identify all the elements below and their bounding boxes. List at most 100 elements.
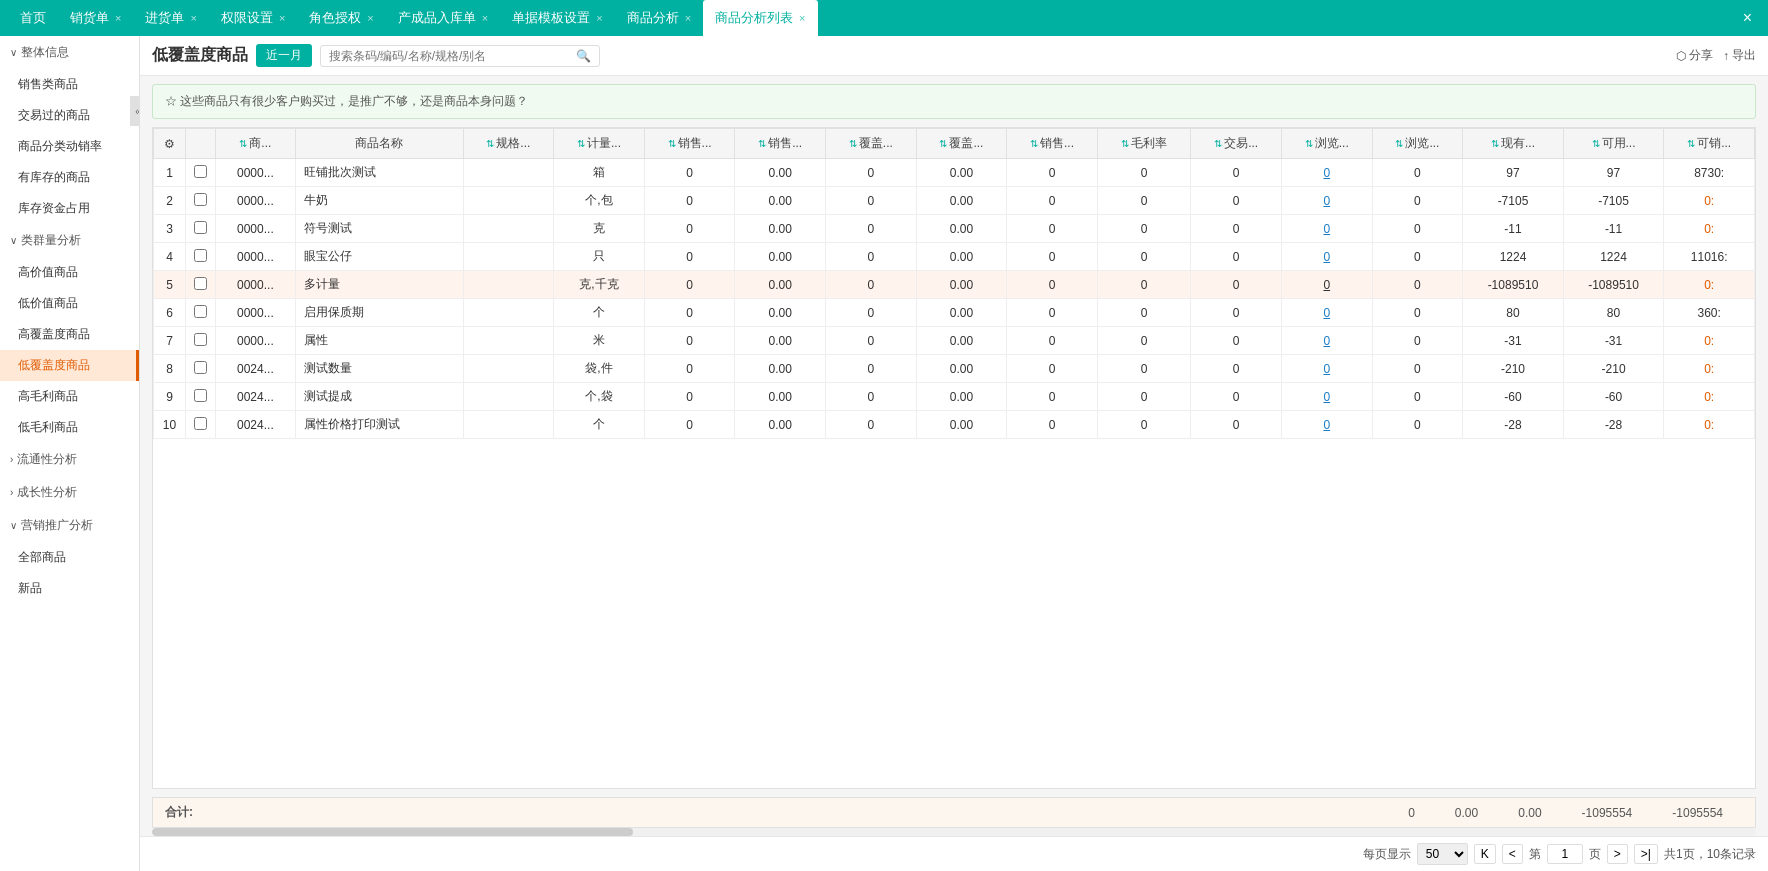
sidebar-item-sales-products[interactable]: 销售类商品 bbox=[0, 69, 139, 100]
cell-browse1[interactable]: 0 bbox=[1281, 355, 1372, 383]
cell-browse1[interactable]: 0 bbox=[1281, 159, 1372, 187]
main-layout: « ∨ 整体信息 销售类商品 交易过的商品 商品分类动销率 有库存的商品 库存资… bbox=[0, 36, 1768, 871]
export-button[interactable]: ↑ 导出 bbox=[1723, 47, 1756, 64]
share-icon: ⬡ bbox=[1676, 49, 1686, 63]
cell-checkbox[interactable] bbox=[186, 159, 216, 187]
column-sales-amount[interactable]: ⇅销售... bbox=[735, 129, 826, 159]
column-profit-rate[interactable]: ⇅毛利率 bbox=[1097, 129, 1191, 159]
column-unit[interactable]: ⇅计量... bbox=[554, 129, 645, 159]
share-button[interactable]: ⬡ 分享 bbox=[1676, 47, 1713, 64]
column-browse1[interactable]: ⇅浏览... bbox=[1281, 129, 1372, 159]
cell-sales-count: 0 bbox=[644, 383, 735, 411]
cell-checkbox[interactable] bbox=[186, 215, 216, 243]
close-icon[interactable]: × bbox=[685, 12, 691, 24]
page-number-input[interactable] bbox=[1547, 844, 1583, 864]
column-name[interactable]: 商品名称 bbox=[295, 129, 463, 159]
column-code[interactable]: ⇅商... bbox=[216, 129, 296, 159]
cell-spec bbox=[463, 271, 554, 299]
cell-browse1[interactable]: 0 bbox=[1281, 187, 1372, 215]
column-trade[interactable]: ⇅交易... bbox=[1191, 129, 1282, 159]
cell-sales-count: 0 bbox=[644, 187, 735, 215]
cell-checkbox[interactable] bbox=[186, 271, 216, 299]
sidebar-item-traded-products[interactable]: 交易过的商品 bbox=[0, 100, 139, 131]
cell-browse1[interactable]: 0 bbox=[1281, 271, 1372, 299]
cell-sellable: 360: bbox=[1664, 299, 1755, 327]
time-filter-button[interactable]: 近一月 bbox=[256, 44, 312, 67]
nav-sales[interactable]: 销货单 × bbox=[58, 0, 133, 36]
close-icon[interactable]: × bbox=[367, 12, 373, 24]
column-browse2[interactable]: ⇅浏览... bbox=[1372, 129, 1463, 159]
horizontal-scrollbar[interactable] bbox=[152, 828, 1756, 836]
close-icon[interactable]: × bbox=[190, 12, 196, 24]
cell-sales-count: 0 bbox=[644, 355, 735, 383]
sidebar-section-overall[interactable]: ∨ 整体信息 bbox=[0, 36, 139, 69]
column-coverage2[interactable]: ⇅覆盖... bbox=[916, 129, 1007, 159]
nav-purchase[interactable]: 进货单 × bbox=[133, 0, 208, 36]
sidebar-item-low-value[interactable]: 低价值商品 bbox=[0, 288, 139, 319]
search-icon[interactable]: 🔍 bbox=[576, 49, 591, 63]
sidebar-item-high-coverage[interactable]: 高覆盖度商品 bbox=[0, 319, 139, 350]
cell-browse1[interactable]: 0 bbox=[1281, 327, 1372, 355]
sidebar-item-new-products[interactable]: 新品 bbox=[0, 573, 139, 604]
cell-checkbox[interactable] bbox=[186, 299, 216, 327]
cell-checkbox[interactable] bbox=[186, 243, 216, 271]
column-available[interactable]: ⇅可用... bbox=[1563, 129, 1664, 159]
nav-product-analysis-list[interactable]: 商品分析列表 × bbox=[703, 0, 817, 36]
cell-browse1[interactable]: 0 bbox=[1281, 299, 1372, 327]
window-close-button[interactable]: × bbox=[1735, 9, 1760, 27]
cell-trade: 0 bbox=[1191, 243, 1282, 271]
nav-template-settings[interactable]: 单据模板设置 × bbox=[500, 0, 614, 36]
column-coverage1[interactable]: ⇅覆盖... bbox=[826, 129, 917, 159]
sidebar-item-low-margin[interactable]: 低毛利商品 bbox=[0, 412, 139, 443]
nav-roles[interactable]: 角色授权 × bbox=[297, 0, 385, 36]
close-icon[interactable]: × bbox=[482, 12, 488, 24]
cell-checkbox[interactable] bbox=[186, 187, 216, 215]
search-input[interactable] bbox=[329, 49, 572, 63]
sidebar-item-high-margin[interactable]: 高毛利商品 bbox=[0, 381, 139, 412]
cell-checkbox[interactable] bbox=[186, 355, 216, 383]
close-icon[interactable]: × bbox=[799, 12, 805, 24]
sidebar-item-category-turnover[interactable]: 商品分类动销率 bbox=[0, 131, 139, 162]
cell-sales-count: 0 bbox=[644, 215, 735, 243]
cell-browse1[interactable]: 0 bbox=[1281, 383, 1372, 411]
sidebar-item-low-coverage[interactable]: 低覆盖度商品 bbox=[0, 350, 139, 381]
column-sales-count[interactable]: ⇅销售... bbox=[644, 129, 735, 159]
nav-home[interactable]: 首页 bbox=[8, 0, 58, 36]
cell-browse1[interactable]: 0 bbox=[1281, 243, 1372, 271]
next-page-button[interactable]: > bbox=[1607, 844, 1628, 864]
sidebar-item-stock-capital[interactable]: 库存资金占用 bbox=[0, 193, 139, 224]
per-page-select[interactable]: 50 20 100 bbox=[1417, 843, 1468, 865]
data-table-container[interactable]: ⚙ ⇅商... 商品名称 ⇅规格... ⇅计量... ⇅销售... ⇅销售...… bbox=[152, 127, 1756, 789]
cell-available: -60 bbox=[1563, 383, 1664, 411]
sidebar-section-marketing[interactable]: ∨ 营销推广分析 bbox=[0, 509, 139, 542]
nav-product-inbound[interactable]: 产成品入库单 × bbox=[386, 0, 500, 36]
column-sales3[interactable]: ⇅销售... bbox=[1007, 129, 1098, 159]
cell-checkbox[interactable] bbox=[186, 411, 216, 439]
cell-checkbox[interactable] bbox=[186, 383, 216, 411]
sidebar-section-cluster[interactable]: ∨ 类群量分析 bbox=[0, 224, 139, 257]
nav-product-analysis[interactable]: 商品分析 × bbox=[615, 0, 703, 36]
prev-page-button[interactable]: < bbox=[1502, 844, 1523, 864]
first-page-button[interactable]: K bbox=[1474, 844, 1496, 864]
sidebar-section-growth[interactable]: › 成长性分析 bbox=[0, 476, 139, 509]
data-table: ⚙ ⇅商... 商品名称 ⇅规格... ⇅计量... ⇅销售... ⇅销售...… bbox=[153, 128, 1755, 439]
sidebar-collapse-button[interactable]: « bbox=[130, 96, 140, 126]
close-icon[interactable]: × bbox=[279, 12, 285, 24]
close-icon[interactable]: × bbox=[115, 12, 121, 24]
cell-sales3: 0 bbox=[1007, 327, 1098, 355]
column-spec[interactable]: ⇅规格... bbox=[463, 129, 554, 159]
sidebar-item-high-value[interactable]: 高价值商品 bbox=[0, 257, 139, 288]
column-sellable[interactable]: ⇅可销... bbox=[1664, 129, 1755, 159]
cell-checkbox[interactable] bbox=[186, 327, 216, 355]
cell-browse1[interactable]: 0 bbox=[1281, 411, 1372, 439]
sidebar-item-in-stock[interactable]: 有库存的商品 bbox=[0, 162, 139, 193]
sidebar-item-all-products[interactable]: 全部商品 bbox=[0, 542, 139, 573]
cell-browse2: 0 bbox=[1372, 355, 1463, 383]
last-page-button[interactable]: >| bbox=[1634, 844, 1658, 864]
column-settings[interactable]: ⚙ bbox=[154, 129, 186, 159]
sidebar-section-liquidity[interactable]: › 流通性分析 bbox=[0, 443, 139, 476]
close-icon[interactable]: × bbox=[596, 12, 602, 24]
cell-browse1[interactable]: 0 bbox=[1281, 215, 1372, 243]
column-current-stock[interactable]: ⇅现有... bbox=[1463, 129, 1564, 159]
nav-permissions[interactable]: 权限设置 × bbox=[209, 0, 297, 36]
